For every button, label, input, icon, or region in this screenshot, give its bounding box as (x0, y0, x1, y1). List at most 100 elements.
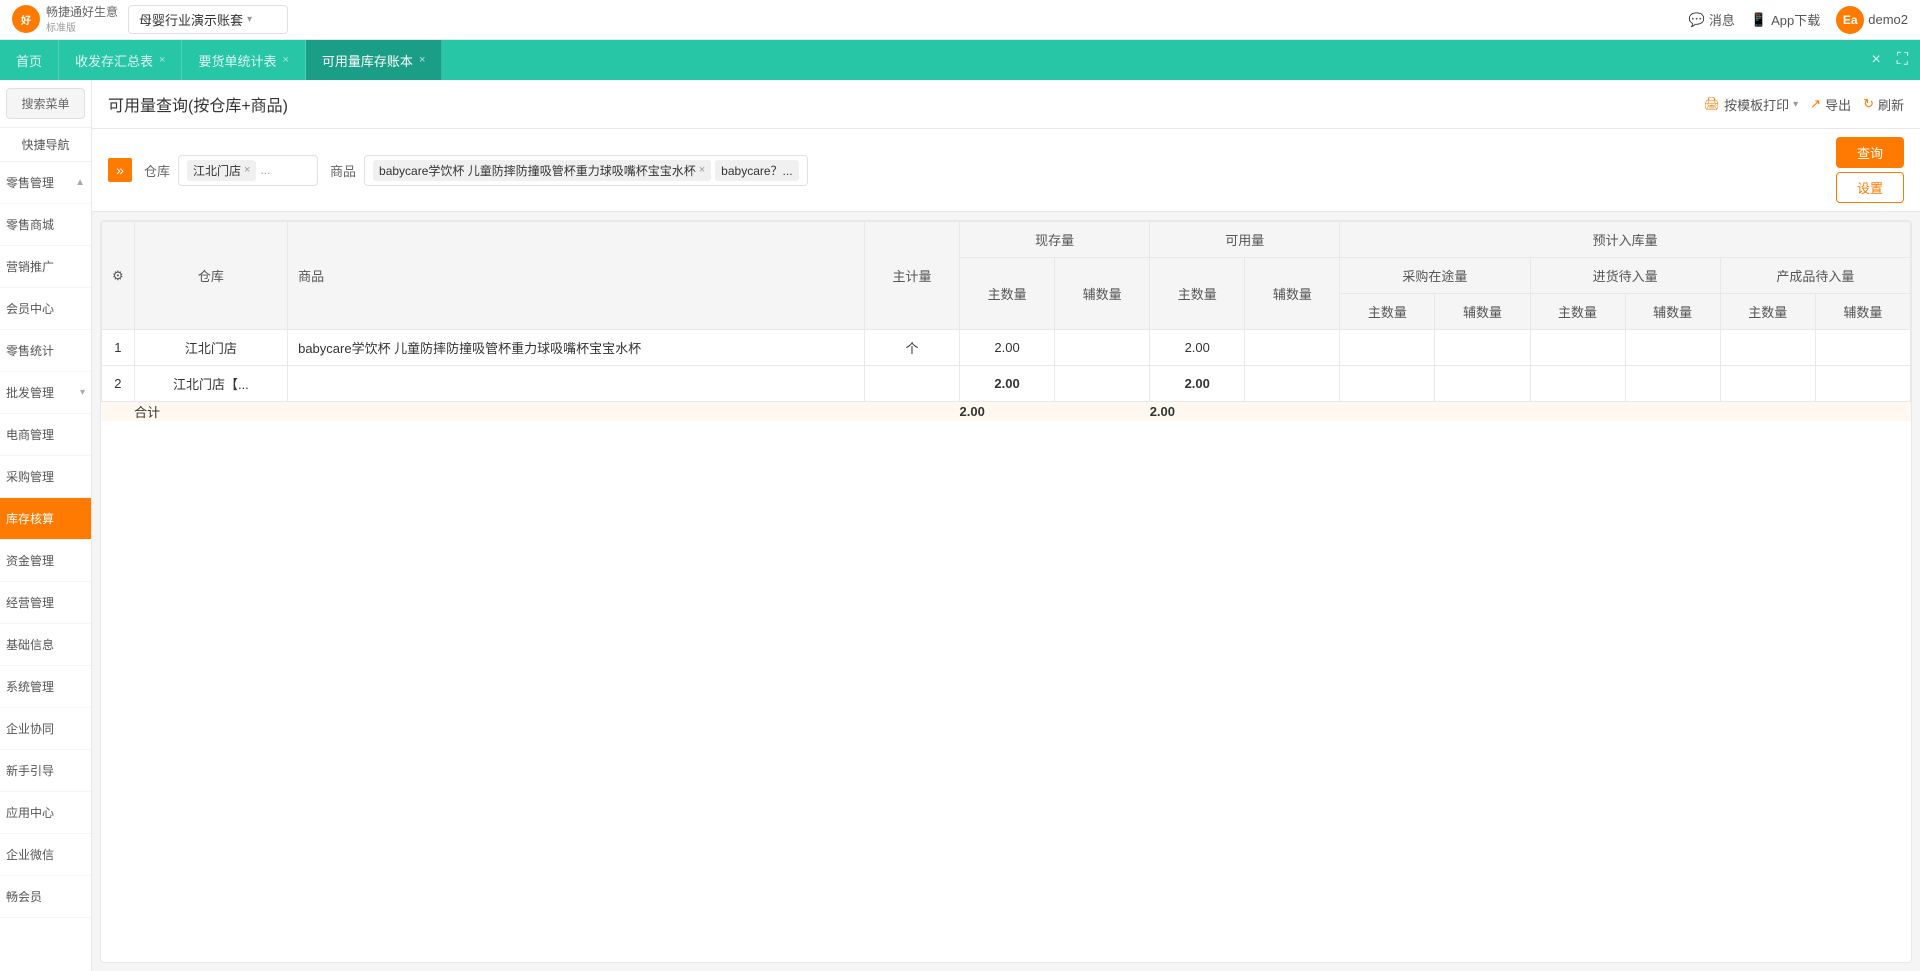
sidebar-item-marketing-label: 营销推广 (6, 258, 54, 275)
sidebar-item-finance-label: 资金管理 (6, 552, 54, 569)
tab-available[interactable]: 可用量库存账本 × (306, 40, 442, 80)
warehouse-more-btn[interactable]: ... (260, 163, 270, 177)
th-available-aux: 辅数量 (1245, 258, 1340, 330)
sidebar-item-retail-mgmt-label: 零售管理 (6, 174, 54, 191)
table-container[interactable]: ⚙ 仓库 商品 主计量 现存量 可用量 预计入库量 主数量 辅数量 主数量 辅数… (100, 220, 1912, 963)
sidebar-item-app-center-label: 应用中心 (6, 804, 54, 821)
cell-current-main: 2.00 (960, 330, 1055, 366)
tab-receipt-close[interactable]: × (159, 54, 165, 66)
sidebar-item-retail-mall[interactable]: 零售商城 (0, 204, 91, 246)
main-layout: 搜索菜单 快捷导航 零售管理 ▲ 零售商城 营销推广 会员中心 零售统计 批发管… (0, 80, 1920, 971)
cell-products-aux-2 (1815, 366, 1910, 402)
cell-purchase-main (1340, 330, 1435, 366)
th-purchase-transit: 采购在途量 (1340, 258, 1530, 294)
th-arrivals: 进货待入量 (1530, 258, 1720, 294)
sidebar-item-system[interactable]: 系统管理 (0, 666, 91, 708)
refresh-label: 刷新 (1878, 95, 1904, 114)
warehouse-filter-group: 仓库 江北门店 × ... (144, 155, 318, 186)
sidebar-item-new-guide[interactable]: 新手引导 (0, 750, 91, 792)
print-chevron-icon: ▾ (1793, 99, 1798, 110)
quick-nav-btn[interactable]: 快捷导航 (0, 128, 91, 162)
print-btn[interactable]: 🖨 按模板打印 ▾ (1704, 95, 1799, 114)
tab-close-all-btn[interactable]: × (1867, 47, 1884, 73)
tab-order-label: 要货单统计表 (198, 51, 276, 70)
sidebar-item-basic-info[interactable]: 基础信息 (0, 624, 91, 666)
th-warehouse: 仓库 (134, 222, 287, 330)
app-download-btn[interactable]: 📱 App下载 (1751, 10, 1820, 29)
tab-order-close[interactable]: × (282, 54, 288, 66)
sidebar-item-purchase[interactable]: 采购管理 (0, 456, 91, 498)
th-settings[interactable]: ⚙ (102, 222, 135, 330)
sidebar-item-enterprise-wx[interactable]: 企业微信 (0, 834, 91, 876)
search-menu-btn[interactable]: 搜索菜单 (6, 88, 85, 119)
tab-available-label: 可用量库存账本 (322, 51, 413, 70)
product-label: 商品 (330, 161, 356, 180)
export-btn[interactable]: ↗ 导出 (1810, 95, 1851, 114)
sidebar-item-member[interactable]: 会员中心 (0, 288, 91, 330)
total-products-main (1720, 402, 1815, 422)
message-btn[interactable]: 💬 消息 (1689, 10, 1735, 29)
refresh-icon: ↻ (1863, 96, 1874, 112)
sidebar-item-wholesale[interactable]: 批发管理 ▾ (0, 372, 91, 414)
tab-bar-actions: × ⛶ (1867, 47, 1920, 73)
tab-home-label: 首页 (16, 51, 42, 70)
message-label: 消息 (1709, 10, 1735, 29)
sidebar-item-retail-stats[interactable]: 零售统计 (0, 330, 91, 372)
setting-btn[interactable]: 设置 (1836, 172, 1904, 203)
sidebar-item-purchase-label: 采购管理 (6, 468, 54, 485)
query-btn[interactable]: 查询 (1836, 137, 1904, 168)
sidebar-item-marketing[interactable]: 营销推广 (0, 246, 91, 288)
total-products-aux (1815, 402, 1910, 422)
total-available-aux (1245, 402, 1340, 422)
sidebar-item-finance[interactable]: 资金管理 (0, 540, 91, 582)
cell-available-aux (1245, 330, 1340, 366)
warehouse-input[interactable]: 江北门店 × ... (178, 155, 318, 186)
tab-fullscreen-btn[interactable]: ⛶ (1893, 47, 1912, 73)
chevron-up-icon: ▲ (75, 177, 85, 188)
sidebar-item-ecommerce[interactable]: 电商管理 (0, 414, 91, 456)
print-icon: 🖨 (1704, 96, 1721, 112)
product-tag-1-remove[interactable]: × (699, 164, 705, 176)
tab-receipt[interactable]: 收发存汇总表 × (59, 40, 182, 80)
logo-icon: 好 (12, 5, 40, 33)
tab-home[interactable]: 首页 (0, 40, 59, 80)
cell-available-main: 2.00 (1150, 330, 1245, 366)
product-filter-group: 商品 babycare学饮杯 儿童防摔防撞吸管杯重力球吸嘴杯宝宝水杯 × bab… (330, 155, 808, 186)
sidebar-item-enterprise-label: 企业协同 (6, 720, 54, 737)
expand-filter-btn[interactable]: » (108, 158, 132, 182)
cell-product: babycare学饮杯 儿童防摔防撞吸管杯重力球吸嘴杯宝宝水杯 (288, 330, 865, 366)
chevron-down-icon: ▾ (247, 14, 252, 25)
tab-order[interactable]: 要货单统计表 × (182, 40, 305, 80)
sidebar-item-inventory[interactable]: 库存核算 (0, 498, 91, 540)
filter-bar: » 仓库 江北门店 × ... 商品 babycare学饮杯 儿童防摔防撞吸管杯… (92, 129, 1920, 212)
refresh-btn[interactable]: ↻ 刷新 (1863, 95, 1904, 114)
cell-purchase-main-2 (1340, 366, 1435, 402)
sidebar-item-retail-stats-label: 零售统计 (6, 342, 54, 359)
sidebar-item-retail-mgmt[interactable]: 零售管理 ▲ (0, 162, 91, 204)
product-input[interactable]: babycare学饮杯 儿童防摔防撞吸管杯重力球吸嘴杯宝宝水杯 × babyca… (364, 155, 808, 186)
warehouse-tag-remove[interactable]: × (244, 164, 250, 176)
cell-products-main (1720, 330, 1815, 366)
cell-product-2 (288, 366, 865, 402)
org-selector[interactable]: 母婴行业演示账套 ▾ (128, 5, 288, 34)
logo-tag: 标准版 (46, 19, 118, 34)
cell-warehouse-2: 江北门店【... (134, 366, 287, 402)
cell-current-main-2: 2.00 (960, 366, 1055, 402)
sidebar-item-vip[interactable]: 畅会员 (0, 876, 91, 918)
tab-available-close[interactable]: × (419, 54, 425, 66)
sidebar-item-enterprise[interactable]: 企业协同 (0, 708, 91, 750)
logo-area: 好 畅捷通好生意 标准版 (12, 5, 118, 34)
print-label: 按模板打印 (1724, 95, 1789, 114)
cell-products-aux (1815, 330, 1910, 366)
th-arrivals-aux: 辅数量 (1625, 294, 1720, 330)
sidebar-item-operations[interactable]: 经营管理 (0, 582, 91, 624)
sidebar-item-operations-label: 经营管理 (6, 594, 54, 611)
message-icon: 💬 (1689, 12, 1705, 28)
th-planned-in: 预计入库量 (1340, 222, 1911, 258)
th-purchase-aux: 辅数量 (1435, 294, 1530, 330)
sidebar-item-app-center[interactable]: 应用中心 (0, 792, 91, 834)
page-actions: 🖨 按模板打印 ▾ ↗ 导出 ↻ 刷新 (1704, 95, 1904, 114)
cell-purchase-aux (1435, 330, 1530, 366)
user-avatar-btn[interactable]: Ea demo2 (1836, 6, 1908, 34)
sidebar-item-member-label: 会员中心 (6, 300, 54, 317)
